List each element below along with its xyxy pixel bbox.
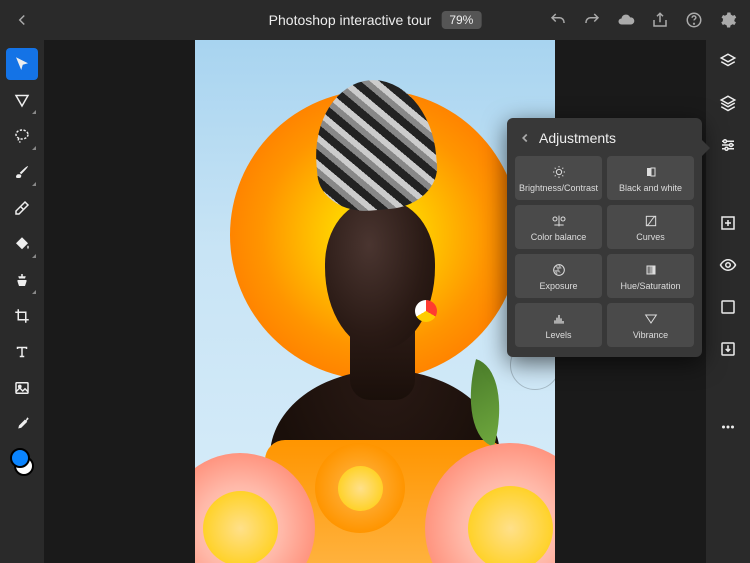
adjustment-label: Brightness/Contrast	[519, 183, 598, 193]
settings-button[interactable]	[716, 8, 740, 32]
move-tool[interactable]	[6, 48, 38, 80]
curves-icon	[643, 213, 659, 229]
eraser-tool[interactable]	[6, 192, 38, 224]
redo-button[interactable]	[580, 8, 604, 32]
vibrance-icon	[643, 311, 659, 327]
adjustments-panel-icon[interactable]	[712, 132, 744, 158]
brush-tool[interactable]	[6, 156, 38, 188]
clone-stamp-tool[interactable]	[6, 264, 38, 296]
huesat-icon	[643, 262, 659, 278]
balance-icon	[551, 213, 567, 229]
adjustment-label: Curves	[636, 232, 665, 242]
layers-panel-icon[interactable]	[712, 48, 744, 74]
comments-icon[interactable]	[712, 294, 744, 320]
adjustment-brightness-contrast[interactable]: Brightness/Contrast	[515, 156, 602, 200]
brightness-icon	[551, 164, 567, 180]
adjustment-color-balance[interactable]: Color balance	[515, 205, 602, 249]
color-swatch[interactable]	[8, 448, 36, 476]
adjustment-black-and-white[interactable]: Black and white	[607, 156, 694, 200]
transform-tool[interactable]	[6, 84, 38, 116]
type-tool[interactable]	[6, 336, 38, 368]
panel-title: Adjustments	[539, 130, 616, 146]
panel-back-button[interactable]	[517, 130, 533, 146]
levels-icon	[551, 311, 567, 327]
right-toolbar	[706, 40, 750, 563]
adjustment-exposure[interactable]: Exposure	[515, 254, 602, 298]
artwork-earring	[415, 300, 437, 322]
adjustment-hue-saturation[interactable]: Hue/Saturation	[607, 254, 694, 298]
crop-tool[interactable]	[6, 300, 38, 332]
cloud-sync-icon[interactable]	[614, 8, 638, 32]
lasso-tool[interactable]	[6, 120, 38, 152]
document-title: Photoshop interactive tour	[269, 12, 432, 28]
foreground-color	[10, 448, 30, 468]
artwork-headwrap	[310, 75, 441, 215]
help-button[interactable]	[682, 8, 706, 32]
exposure-icon	[551, 262, 567, 278]
adjustment-label: Vibrance	[633, 330, 668, 340]
share-button[interactable]	[648, 8, 672, 32]
export-icon[interactable]	[712, 336, 744, 362]
adjustment-label: Black and white	[619, 183, 682, 193]
adjustment-vibrance[interactable]: Vibrance	[607, 303, 694, 347]
add-layer-icon[interactable]	[712, 210, 744, 236]
adjustment-label: Levels	[545, 330, 571, 340]
adjustment-label: Hue/Saturation	[620, 281, 680, 291]
adjustment-label: Color balance	[531, 232, 587, 242]
visibility-icon[interactable]	[712, 252, 744, 278]
adjustments-panel: Adjustments Brightness/Contrast Black an…	[507, 118, 702, 357]
more-options-icon[interactable]	[712, 414, 744, 440]
adjustment-levels[interactable]: Levels	[515, 303, 602, 347]
layer-properties-icon[interactable]	[712, 90, 744, 116]
top-bar: Photoshop interactive tour 79%	[0, 0, 750, 40]
canvas[interactable]	[195, 40, 555, 563]
left-toolbar	[0, 40, 44, 563]
progress-badge: 79%	[441, 11, 481, 29]
fill-tool[interactable]	[6, 228, 38, 260]
adjustment-curves[interactable]: Curves	[607, 205, 694, 249]
adjustment-label: Exposure	[539, 281, 577, 291]
bw-icon	[643, 164, 659, 180]
back-button[interactable]	[10, 8, 34, 32]
undo-button[interactable]	[546, 8, 570, 32]
artwork-flower	[315, 443, 405, 533]
place-image-tool[interactable]	[6, 372, 38, 404]
eyedropper-tool[interactable]	[6, 408, 38, 440]
